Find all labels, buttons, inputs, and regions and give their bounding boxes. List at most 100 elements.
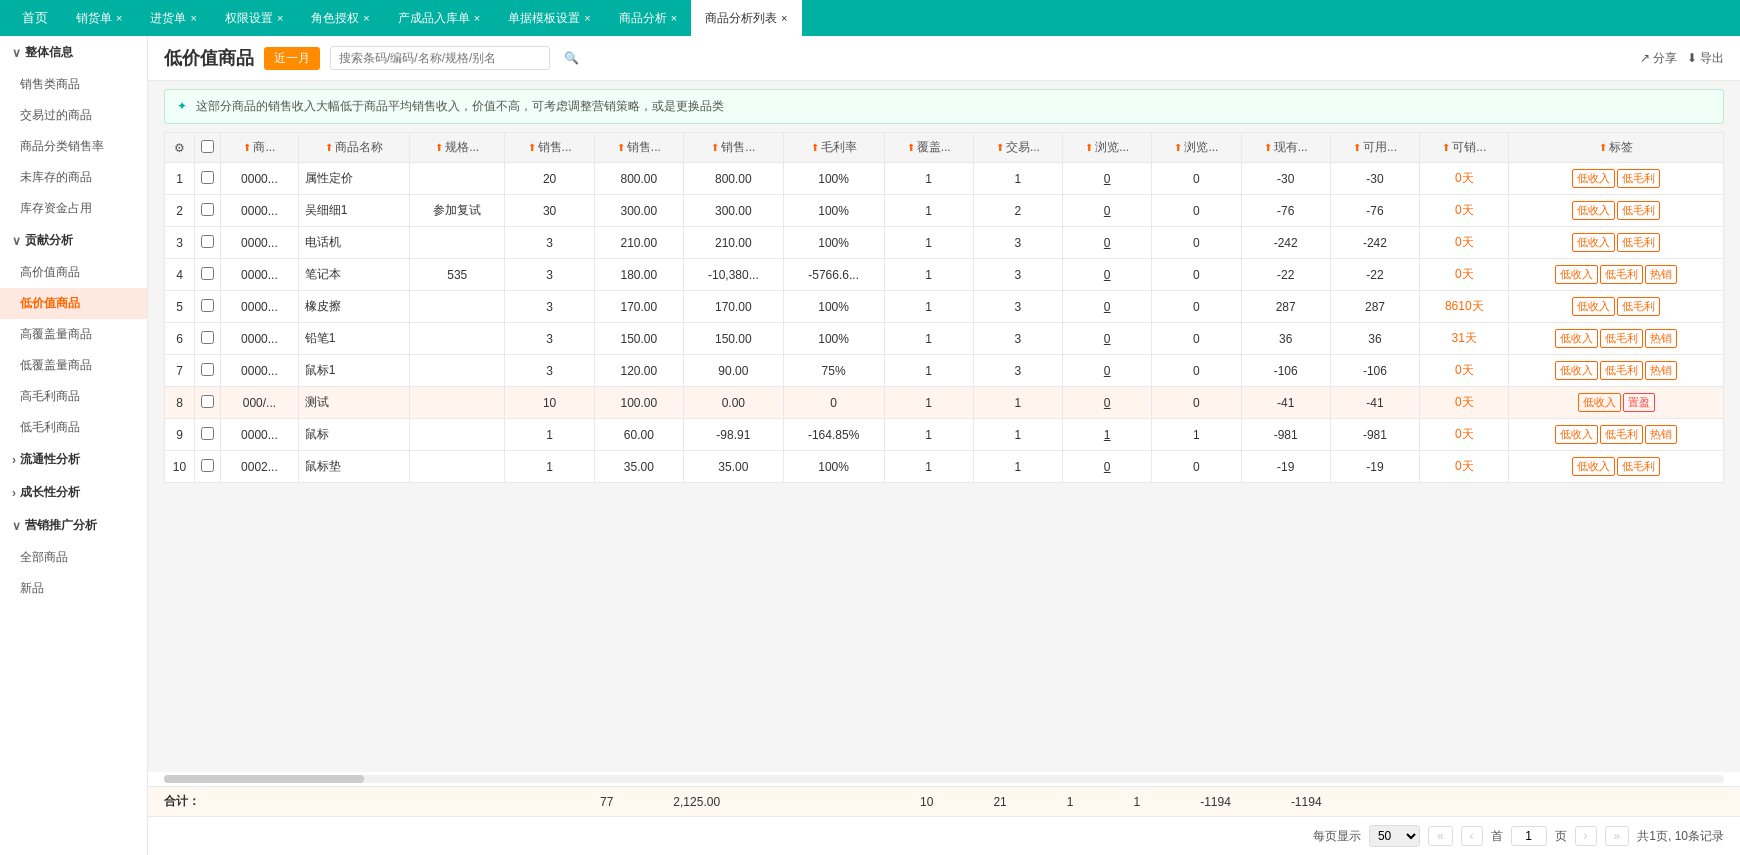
col-settings[interactable]: ⚙ [165, 133, 195, 163]
sidebar-item-all-goods[interactable]: 全部商品 [0, 542, 147, 573]
sidebar-group-circulation[interactable]: › 流通性分析 [0, 443, 147, 476]
browse-link[interactable]: 0 [1104, 364, 1111, 378]
sidebar-item-traded-goods[interactable]: 交易过的商品 [0, 100, 147, 131]
filter-recent-month-btn[interactable]: 近一月 [264, 47, 320, 70]
sidebar-group-contribution[interactable]: ∨ 贡献分析 [0, 224, 147, 257]
browse-link[interactable]: 0 [1104, 332, 1111, 346]
table-row: 6 0000... 铅笔1 3 150.00 150.00 100% 1 3 0… [165, 323, 1724, 355]
nav-role-auth-close[interactable]: × [363, 12, 369, 24]
tag-badge: 低收入 [1578, 393, 1621, 412]
nav-template-close[interactable]: × [584, 12, 590, 24]
cell-browse1[interactable]: 0 [1063, 291, 1152, 323]
nav-goods-analysis-list-close[interactable]: × [781, 12, 787, 24]
row-checkbox[interactable] [201, 331, 214, 344]
page-size-select[interactable]: 50 100 [1369, 825, 1420, 847]
sidebar-item-low-value[interactable]: 低价值商品 [0, 288, 147, 319]
nav-product-in-close[interactable]: × [474, 12, 480, 24]
cell-checkbox[interactable] [195, 387, 221, 419]
cell-checkbox[interactable] [195, 195, 221, 227]
browse-link[interactable]: 0 [1104, 396, 1111, 410]
nav-purchase-order[interactable]: 进货单 × [136, 0, 210, 36]
sidebar-item-low-coverage[interactable]: 低覆盖量商品 [0, 350, 147, 381]
browse-link[interactable]: 0 [1104, 268, 1111, 282]
sidebar-group-marketing[interactable]: ∨ 营销推广分析 [0, 509, 147, 542]
scroll-track[interactable] [164, 775, 1724, 783]
cell-checkbox[interactable] [195, 419, 221, 451]
nav-sales-order[interactable]: 销货单 × [62, 0, 136, 36]
search-icon[interactable]: 🔍 [564, 51, 579, 65]
next-page-btn[interactable]: › [1575, 826, 1597, 846]
cell-browse1[interactable]: 0 [1063, 163, 1152, 195]
nav-sales-order-close[interactable]: × [116, 12, 122, 24]
browse-link[interactable]: 0 [1104, 172, 1111, 186]
cell-checkbox[interactable] [195, 323, 221, 355]
sidebar-group-overall[interactable]: ∨ 整体信息 [0, 36, 147, 69]
nav-goods-analysis[interactable]: 商品分析 × [605, 0, 691, 36]
col-spec: ⬆规格... [409, 133, 505, 163]
cell-checkbox[interactable] [195, 227, 221, 259]
sidebar-item-new-goods[interactable]: 新品 [0, 573, 147, 604]
sidebar-item-high-margin[interactable]: 高毛利商品 [0, 381, 147, 412]
search-input[interactable] [330, 46, 550, 70]
cell-checkbox[interactable] [195, 163, 221, 195]
row-checkbox[interactable] [201, 395, 214, 408]
cell-trade: 3 [973, 227, 1062, 259]
scroll-thumb[interactable] [164, 775, 364, 783]
row-checkbox[interactable] [201, 267, 214, 280]
cell-browse1[interactable]: 0 [1063, 259, 1152, 291]
browse-link[interactable]: 0 [1104, 460, 1111, 474]
cell-checkbox[interactable] [195, 355, 221, 387]
cell-browse1[interactable]: 0 [1063, 195, 1152, 227]
cell-stock2: -981 [1330, 419, 1419, 451]
share-btn[interactable]: ↗ 分享 [1640, 50, 1677, 67]
nav-product-in[interactable]: 产成品入库单 × [384, 0, 494, 36]
sidebar-item-high-value[interactable]: 高价值商品 [0, 257, 147, 288]
cell-browse1[interactable]: 0 [1063, 387, 1152, 419]
cell-checkbox[interactable] [195, 259, 221, 291]
export-btn[interactable]: ⬇ 导出 [1687, 50, 1724, 67]
nav-goods-analysis-list[interactable]: 商品分析列表 × [691, 0, 801, 36]
nav-template[interactable]: 单据模板设置 × [494, 0, 604, 36]
prev-page-btn[interactable]: ‹ [1461, 826, 1483, 846]
cell-checkbox[interactable] [195, 451, 221, 483]
row-checkbox[interactable] [201, 203, 214, 216]
table-header: ⚙ ⬆商... ⬆商品名称 ⬆规格... ⬆销售... ⬆销售... ⬆销售..… [165, 133, 1724, 163]
page-input[interactable] [1511, 826, 1547, 846]
last-page-btn[interactable]: » [1605, 826, 1630, 846]
nav-purchase-order-close[interactable]: × [190, 12, 196, 24]
browse-link[interactable]: 0 [1104, 300, 1111, 314]
cell-browse1[interactable]: 0 [1063, 451, 1152, 483]
row-checkbox[interactable] [201, 235, 214, 248]
nav-permission-close[interactable]: × [277, 12, 283, 24]
cell-browse1[interactable]: 0 [1063, 323, 1152, 355]
sidebar-item-low-margin[interactable]: 低毛利商品 [0, 412, 147, 443]
cell-checkbox[interactable] [195, 291, 221, 323]
nav-role-auth[interactable]: 角色授权 × [297, 0, 383, 36]
nav-permission[interactable]: 权限设置 × [211, 0, 297, 36]
sidebar-item-sales-goods[interactable]: 销售类商品 [0, 69, 147, 100]
browse-link[interactable]: 0 [1104, 236, 1111, 250]
cell-s1: 3 [505, 323, 594, 355]
browse-link[interactable]: 1 [1104, 428, 1111, 442]
row-checkbox[interactable] [201, 171, 214, 184]
first-page-btn[interactable]: « [1428, 826, 1453, 846]
cell-tags: 低收入置盈 [1509, 387, 1724, 419]
nav-home[interactable]: 首页 [8, 0, 62, 36]
row-checkbox[interactable] [201, 459, 214, 472]
sidebar-group-growth[interactable]: › 成长性分析 [0, 476, 147, 509]
cell-browse1[interactable]: 0 [1063, 227, 1152, 259]
sidebar-item-no-stock[interactable]: 未库存的商品 [0, 162, 147, 193]
col-checkbox[interactable] [195, 133, 221, 163]
row-checkbox[interactable] [201, 427, 214, 440]
cell-browse1[interactable]: 0 [1063, 355, 1152, 387]
select-all-checkbox[interactable] [201, 140, 214, 153]
row-checkbox[interactable] [201, 363, 214, 376]
sidebar-item-category-sales[interactable]: 商品分类销售率 [0, 131, 147, 162]
nav-goods-analysis-close[interactable]: × [671, 12, 677, 24]
sidebar-item-stock-fund[interactable]: 库存资金占用 [0, 193, 147, 224]
row-checkbox[interactable] [201, 299, 214, 312]
browse-link[interactable]: 0 [1104, 204, 1111, 218]
header-actions: ↗ 分享 ⬇ 导出 [1640, 50, 1724, 67]
sidebar-item-high-coverage[interactable]: 高覆盖量商品 [0, 319, 147, 350]
cell-browse1[interactable]: 1 [1063, 419, 1152, 451]
